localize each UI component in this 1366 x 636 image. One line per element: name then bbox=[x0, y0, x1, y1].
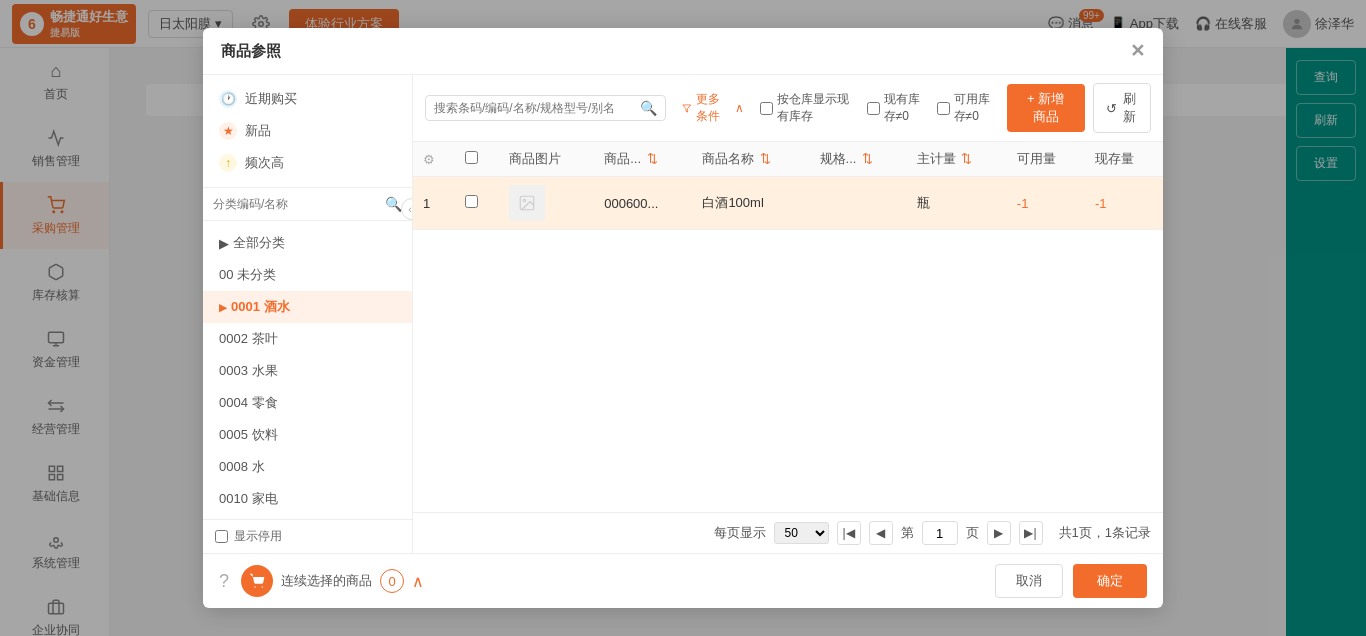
code-sort-icon: ⇅ bbox=[647, 151, 658, 166]
page-input[interactable] bbox=[922, 521, 958, 545]
alcohol-arrow: ▶ bbox=[219, 302, 227, 313]
row-available: -1 bbox=[1007, 177, 1085, 230]
row-index: 1 bbox=[413, 177, 455, 230]
last-page-btn[interactable]: ▶| bbox=[1019, 521, 1043, 545]
refresh-btn[interactable]: ↺ 刷新 bbox=[1093, 83, 1151, 133]
filter-btn[interactable]: 更多条件 ∧ bbox=[674, 87, 752, 129]
row-image-cell bbox=[499, 177, 594, 230]
modal-close-btn[interactable]: ✕ bbox=[1130, 40, 1145, 62]
row-stock: -1 bbox=[1085, 177, 1163, 230]
add-product-btn[interactable]: + 新增商品 bbox=[1007, 84, 1085, 132]
th-name[interactable]: 商品名称 ⇅ bbox=[692, 142, 809, 177]
row-checkbox-cell bbox=[455, 177, 499, 230]
product-search-input[interactable] bbox=[434, 101, 634, 115]
th-code[interactable]: 商品... ⇅ bbox=[594, 142, 692, 177]
quick-links: 🕐 近期购买 ★ 新品 ↑ 频次高 bbox=[203, 75, 412, 188]
category-water[interactable]: 0008 水 bbox=[203, 451, 412, 483]
checkbox-warehouse-stock[interactable]: 按仓库显示现有库存 bbox=[760, 91, 859, 125]
product-image bbox=[509, 185, 545, 221]
confirm-btn[interactable]: 确定 bbox=[1073, 564, 1147, 598]
category-tea[interactable]: 0002 茶叶 bbox=[203, 323, 412, 355]
row-checkbox[interactable] bbox=[465, 195, 478, 208]
next-page-btn[interactable]: ▶ bbox=[987, 521, 1011, 545]
name-sort-icon: ⇅ bbox=[760, 151, 771, 166]
svg-marker-24 bbox=[683, 104, 691, 111]
product-table-container: ⚙ 商品图片 商品... ⇅ bbox=[413, 142, 1163, 512]
all-category-arrow: ▶ bbox=[219, 236, 229, 251]
table-body: 1 000600... 白酒100ml bbox=[413, 177, 1163, 230]
select-all-checkbox[interactable] bbox=[465, 151, 478, 164]
table-settings-icon[interactable]: ⚙ bbox=[423, 152, 435, 167]
pagination: 每页显示 50 100 200 |◀ ◀ 第 页 ▶ ▶| 共1页，1条记录 bbox=[413, 512, 1163, 553]
right-panel: 🔍 更多条件 ∧ 按仓库显示现有库存 现有库存≠0 bbox=[413, 75, 1163, 553]
collapse-cart-btn[interactable]: ∧ bbox=[412, 572, 424, 591]
toolbar: 🔍 更多条件 ∧ 按仓库显示现有库存 现有库存≠0 bbox=[413, 75, 1163, 142]
category-beverage[interactable]: 0005 饮料 bbox=[203, 419, 412, 451]
show-disabled-area: 显示停用 bbox=[203, 519, 412, 553]
category-list: ▶ 全部分类 00 未分类 ▶ 0001 酒水 0002 茶叶 0003 水果 bbox=[203, 221, 412, 519]
product-table: ⚙ 商品图片 商品... ⇅ bbox=[413, 142, 1163, 230]
quick-link-freq[interactable]: ↑ 频次高 bbox=[203, 147, 412, 179]
checkbox-nonzero-available[interactable]: 可用库存≠0 bbox=[937, 91, 999, 125]
category-search-icon[interactable]: 🔍 bbox=[385, 196, 402, 212]
modal: 商品参照 ✕ 🕐 近期购买 ★ 新品 ↑ bbox=[203, 28, 1163, 608]
modal-title: 商品参照 bbox=[221, 42, 281, 61]
table-header: ⚙ 商品图片 商品... ⇅ bbox=[413, 142, 1163, 177]
row-unit: 瓶 bbox=[907, 177, 1007, 230]
th-stock[interactable]: 现存量 bbox=[1085, 142, 1163, 177]
table-row[interactable]: 1 000600... 白酒100ml bbox=[413, 177, 1163, 230]
svg-point-28 bbox=[262, 586, 263, 587]
product-search-box: 🔍 bbox=[425, 95, 666, 121]
product-search-icon[interactable]: 🔍 bbox=[640, 100, 657, 116]
category-search-input[interactable] bbox=[213, 197, 379, 211]
row-spec bbox=[810, 177, 907, 230]
th-unit[interactable]: 主计量 ⇅ bbox=[907, 142, 1007, 177]
modal-footer: ? 连续选择的商品 0 ∧ 取消 确定 bbox=[203, 553, 1163, 608]
th-checkbox bbox=[455, 142, 499, 177]
th-image: 商品图片 bbox=[499, 142, 594, 177]
new-icon: ★ bbox=[219, 122, 237, 140]
left-panel: 🕐 近期购买 ★ 新品 ↑ 频次高 ‹‹ bbox=[203, 75, 413, 553]
th-available[interactable]: 可用量 bbox=[1007, 142, 1085, 177]
svg-point-27 bbox=[254, 586, 255, 587]
per-page-select[interactable]: 50 100 200 bbox=[774, 522, 829, 544]
quick-link-recent[interactable]: 🕐 近期购买 bbox=[203, 83, 412, 115]
filter-chevron-icon: ∧ bbox=[735, 101, 744, 115]
unit-sort-icon: ⇅ bbox=[961, 151, 972, 166]
help-icon[interactable]: ? bbox=[219, 571, 229, 592]
modal-body: 🕐 近期购买 ★ 新品 ↑ 频次高 ‹‹ bbox=[203, 75, 1163, 553]
row-code: 000600... bbox=[594, 177, 692, 230]
category-all[interactable]: ▶ 全部分类 bbox=[203, 227, 412, 259]
category-snack[interactable]: 0004 零食 bbox=[203, 387, 412, 419]
checkbox-nonzero-stock[interactable]: 现有库存≠0 bbox=[867, 91, 929, 125]
category-alcohol[interactable]: ▶ 0001 酒水 bbox=[203, 291, 412, 323]
cart-area: 连续选择的商品 0 ∧ bbox=[241, 565, 424, 597]
category-appliance[interactable]: 0010 家电 bbox=[203, 483, 412, 515]
spec-sort-icon: ⇅ bbox=[862, 151, 873, 166]
category-search-area: 🔍 bbox=[203, 188, 412, 221]
first-page-btn[interactable]: |◀ bbox=[837, 521, 861, 545]
cart-count: 0 bbox=[380, 569, 404, 593]
recent-icon: 🕐 bbox=[219, 90, 237, 108]
row-name: 白酒100ml bbox=[692, 177, 809, 230]
footer-buttons: 取消 确定 bbox=[995, 564, 1147, 598]
category-fruit[interactable]: 0003 水果 bbox=[203, 355, 412, 387]
cancel-btn[interactable]: 取消 bbox=[995, 564, 1063, 598]
refresh-icon: ↺ bbox=[1106, 101, 1117, 116]
category-unclassified[interactable]: 00 未分类 bbox=[203, 259, 412, 291]
quick-link-new[interactable]: ★ 新品 bbox=[203, 115, 412, 147]
th-settings[interactable]: ⚙ bbox=[413, 142, 455, 177]
cart-icon bbox=[241, 565, 273, 597]
svg-point-26 bbox=[523, 199, 525, 201]
modal-header: 商品参照 ✕ bbox=[203, 28, 1163, 75]
th-spec[interactable]: 规格... ⇅ bbox=[810, 142, 907, 177]
prev-page-btn[interactable]: ◀ bbox=[869, 521, 893, 545]
freq-icon: ↑ bbox=[219, 154, 237, 172]
show-disabled-checkbox[interactable] bbox=[215, 530, 228, 543]
modal-overlay: 商品参照 ✕ 🕐 近期购买 ★ 新品 ↑ bbox=[0, 0, 1366, 636]
